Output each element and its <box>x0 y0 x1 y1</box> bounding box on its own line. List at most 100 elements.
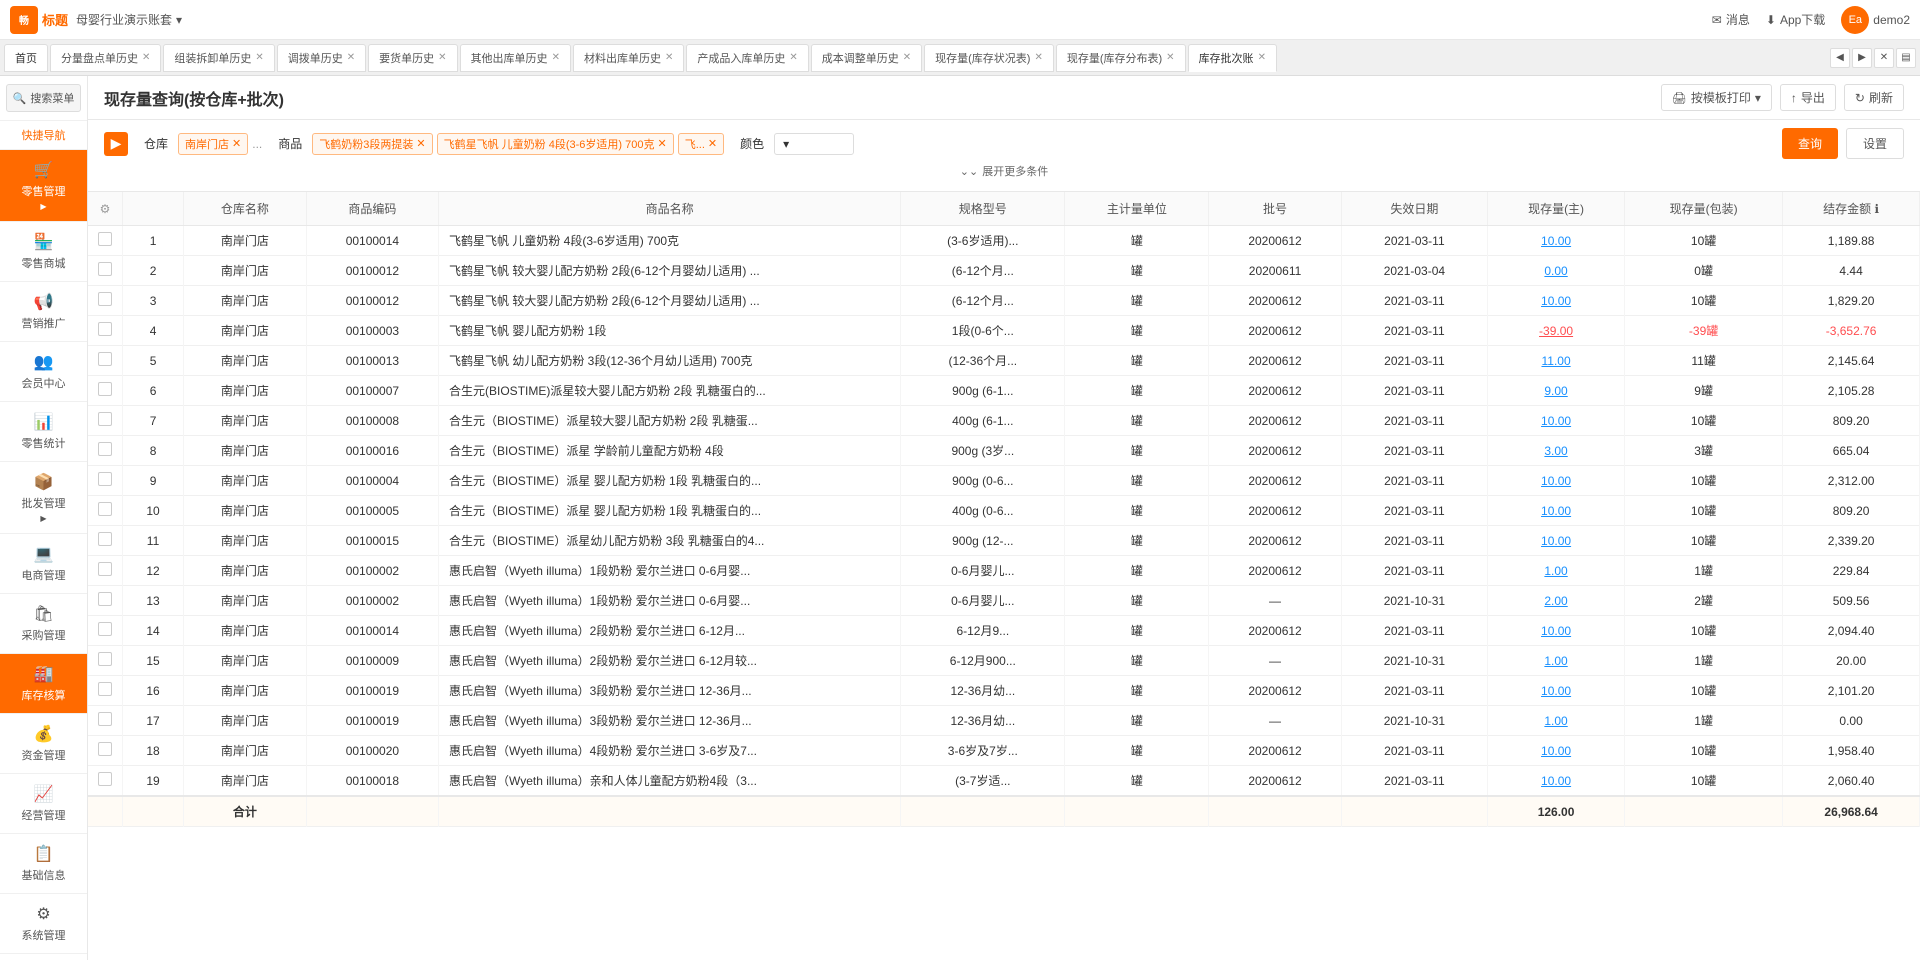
td-stock-main[interactable]: 10.00 <box>1488 526 1625 556</box>
tab-close-all[interactable]: ✕ <box>1874 48 1894 68</box>
td-checkbox[interactable] <box>88 346 123 376</box>
td-checkbox[interactable] <box>88 406 123 436</box>
td-checkbox[interactable] <box>88 736 123 766</box>
td-checkbox[interactable] <box>88 676 123 706</box>
tab-close-icon[interactable]: ✕ <box>665 52 673 63</box>
td-checkbox[interactable] <box>88 646 123 676</box>
expand-more-btn[interactable]: ⌄⌄ 展开更多条件 <box>960 163 1048 179</box>
template-print-btn[interactable]: 🖨 按模板打印 ▾ <box>1661 84 1772 111</box>
sidebar-item-marketing[interactable]: 📢 营销推广 <box>0 282 87 342</box>
settings-btn[interactable]: 设置 <box>1846 128 1904 159</box>
td-stock-main[interactable]: 10.00 <box>1488 616 1625 646</box>
tab-close-icon[interactable]: ✕ <box>1258 52 1266 63</box>
td-checkbox[interactable] <box>88 586 123 616</box>
product-tag1-close[interactable]: ✕ <box>416 137 425 150</box>
td-checkbox[interactable] <box>88 616 123 646</box>
tab-close-icon[interactable]: ✕ <box>347 52 355 63</box>
toolbar-expand-btn[interactable]: ▶ <box>104 132 128 156</box>
tab-scroll-left[interactable]: ◀ <box>1830 48 1850 68</box>
td-checkbox[interactable] <box>88 526 123 556</box>
gear-icon[interactable]: ⚙ <box>100 202 111 216</box>
query-btn[interactable]: 查询 <box>1782 128 1838 159</box>
tab-yao-huo[interactable]: 要货单历史 ✕ <box>368 44 457 72</box>
filter-ellipsis[interactable]: ... <box>252 137 262 151</box>
tab-xian-cun-fen[interactable]: 现存量(库存分布表) ✕ <box>1056 44 1186 72</box>
tab-fen-pan[interactable]: 分量盘点单历史 ✕ <box>50 44 161 72</box>
td-stock-main[interactable]: 10.00 <box>1488 496 1625 526</box>
tab-close-icon[interactable]: ✕ <box>903 52 911 63</box>
td-stock-main[interactable]: 1.00 <box>1488 706 1625 736</box>
td-stock-main[interactable]: 10.00 <box>1488 466 1625 496</box>
sidebar-item-basic[interactable]: 📋 基础信息 <box>0 834 87 894</box>
td-stock-main[interactable]: 0.00 <box>1488 256 1625 286</box>
td-stock-main[interactable]: 3.00 <box>1488 436 1625 466</box>
td-checkbox[interactable] <box>88 706 123 736</box>
td-checkbox[interactable] <box>88 496 123 526</box>
sidebar-item-wholesale[interactable]: 📦 批发管理 ▶ <box>0 462 87 534</box>
td-stock-main[interactable]: 2.00 <box>1488 586 1625 616</box>
tab-close-icon[interactable]: ✕ <box>789 52 797 63</box>
td-checkbox[interactable] <box>88 376 123 406</box>
tab-close-icon[interactable]: ✕ <box>142 52 150 63</box>
sidebar-item-retail-mall[interactable]: 🏪 零售商城 <box>0 222 87 282</box>
td-stock-main[interactable]: 10.00 <box>1488 766 1625 797</box>
td-stock-main[interactable]: -39.00 <box>1488 316 1625 346</box>
sidebar-item-operations[interactable]: 📈 经营管理 <box>0 774 87 834</box>
td-stock-main[interactable]: 10.00 <box>1488 406 1625 436</box>
sidebar-item-inventory[interactable]: 🏭 库存核算 <box>0 654 87 714</box>
message-btn[interactable]: ✉ 消息 <box>1712 11 1750 28</box>
export-btn[interactable]: ↑ 导出 <box>1780 84 1836 111</box>
tab-scroll-right[interactable]: ▶ <box>1852 48 1872 68</box>
tab-xian-cun-zhuang[interactable]: 现存量(库存状况表) ✕ <box>924 44 1054 72</box>
td-stock-main[interactable]: 1.00 <box>1488 646 1625 676</box>
tab-close-icon[interactable]: ✕ <box>1166 52 1174 63</box>
product-tag2-close[interactable]: ✕ <box>657 137 666 150</box>
tab-ku-cun-pi[interactable]: 库存批次账 ✕ <box>1188 44 1277 72</box>
td-checkbox[interactable] <box>88 256 123 286</box>
td-checkbox[interactable] <box>88 316 123 346</box>
search-menu-btn[interactable]: 🔍 搜索菜单 <box>6 84 81 112</box>
tab-cheng-ben[interactable]: 成本调整单历史 ✕ <box>811 44 922 72</box>
tab-home[interactable]: 首页 <box>4 44 48 72</box>
td-checkbox[interactable] <box>88 556 123 586</box>
tab-zu-he[interactable]: 组装拆卸单历史 ✕ <box>163 44 274 72</box>
td-stock-main[interactable]: 10.00 <box>1488 676 1625 706</box>
th-settings[interactable]: ⚙ <box>88 192 123 226</box>
td-stock-main[interactable]: 10.00 <box>1488 736 1625 766</box>
sidebar-item-purchase[interactable]: 🛍 采购管理 <box>0 594 87 654</box>
warehouse-tag-close[interactable]: ✕ <box>232 137 241 150</box>
sidebar-item-finance[interactable]: 💰 资金管理 <box>0 714 87 774</box>
account-dropdown[interactable]: 母婴行业演示账套 ▾ <box>76 11 182 28</box>
td-checkbox[interactable] <box>88 226 123 256</box>
td-checkbox[interactable] <box>88 466 123 496</box>
quick-nav-btn[interactable]: 快捷导航 <box>0 121 87 150</box>
refresh-btn[interactable]: ↻ 刷新 <box>1844 84 1904 111</box>
tab-chan-pin[interactable]: 产成品入库单历史 ✕ <box>686 44 808 72</box>
tab-close-icon[interactable]: ✕ <box>438 52 446 63</box>
tab-qi-ta[interactable]: 其他出库单历史 ✕ <box>460 44 571 72</box>
sidebar-item-retail[interactable]: 🛒 零售管理 ▶ <box>0 150 87 222</box>
color-dropdown[interactable]: ▾ <box>774 133 854 155</box>
td-checkbox[interactable] <box>88 436 123 466</box>
td-stock-main[interactable]: 9.00 <box>1488 376 1625 406</box>
tab-more[interactable]: ▤ <box>1896 48 1916 68</box>
td-stock-main[interactable]: 10.00 <box>1488 286 1625 316</box>
user-menu[interactable]: Ea demo2 <box>1841 6 1910 34</box>
td-stock-main[interactable]: 1.00 <box>1488 556 1625 586</box>
tab-tiao-bo[interactable]: 调拨单历史 ✕ <box>277 44 366 72</box>
td-stock-main[interactable]: 11.00 <box>1488 346 1625 376</box>
sidebar-item-enterprise[interactable]: 🤝 企业协同 <box>0 954 87 960</box>
tab-close-icon[interactable]: ✕ <box>552 52 560 63</box>
td-checkbox[interactable] <box>88 766 123 797</box>
tab-close-icon[interactable]: ✕ <box>1034 52 1042 63</box>
sidebar-item-system[interactable]: ⚙ 系统管理 <box>0 894 87 954</box>
td-stock-main[interactable]: 10.00 <box>1488 226 1625 256</box>
tab-close-icon[interactable]: ✕ <box>255 52 263 63</box>
sidebar-item-member[interactable]: 👥 会员中心 <box>0 342 87 402</box>
tab-cai-liao[interactable]: 材料出库单历史 ✕ <box>573 44 684 72</box>
app-download-btn[interactable]: ⬇ App下载 <box>1766 11 1825 28</box>
product-tag3-close[interactable]: ✕ <box>708 137 717 150</box>
sidebar-item-retail-stats[interactable]: 📊 零售统计 <box>0 402 87 462</box>
td-checkbox[interactable] <box>88 286 123 316</box>
sidebar-item-ecommerce[interactable]: 💻 电商管理 <box>0 534 87 594</box>
